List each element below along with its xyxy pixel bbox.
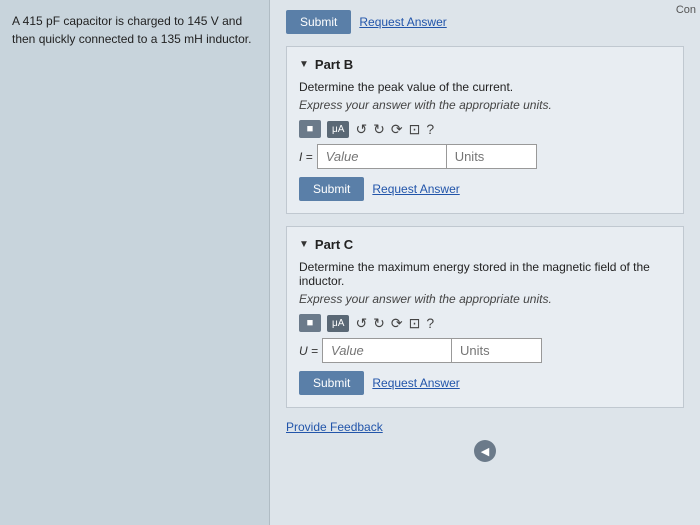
part-b-refresh-icon[interactable]: ⟳ xyxy=(391,121,403,138)
part-c-arrow-icon[interactable]: ▼ xyxy=(299,239,309,250)
part-c-unit-btn[interactable]: μA xyxy=(327,315,349,332)
part-b-unit-btn[interactable]: μA xyxy=(327,121,349,138)
left-panel: A 415 pF capacitor is charged to 145 V a… xyxy=(0,0,270,525)
part-c-label: Part C xyxy=(315,237,353,252)
part-c-description: Determine the maximum energy stored in t… xyxy=(299,260,671,288)
main-panel: Con Submit Request Answer ▼ Part B Deter… xyxy=(270,0,700,525)
feedback-link[interactable]: Provide Feedback xyxy=(286,420,684,434)
part-b-block-btn[interactable]: ■ xyxy=(299,120,321,138)
part-c-note: Express your answer with the appropriate… xyxy=(299,292,671,306)
part-c-units-input[interactable] xyxy=(452,338,542,363)
part-c-screen-icon[interactable]: ⊡ xyxy=(409,315,421,332)
part-c-undo-icon[interactable]: ↺ xyxy=(355,315,367,332)
top-request-button[interactable]: Request Answer xyxy=(359,15,446,29)
top-bar: Submit Request Answer xyxy=(286,10,684,34)
part-b-redo-icon[interactable]: ↻ xyxy=(373,121,385,138)
part-b-input-row: I = xyxy=(299,144,671,169)
part-c-block-btn[interactable]: ■ xyxy=(299,314,321,332)
part-b-undo-icon[interactable]: ↺ xyxy=(355,121,367,138)
part-c-input-label: U = xyxy=(299,344,318,358)
part-b-toolbar: ■ μA ↺ ↻ ⟳ ⊡ ? xyxy=(299,120,671,138)
top-submit-button[interactable]: Submit xyxy=(286,10,351,34)
part-c-value-input[interactable] xyxy=(322,338,452,363)
part-b-screen-icon[interactable]: ⊡ xyxy=(409,121,421,138)
part-c-header: ▼ Part C xyxy=(299,237,671,252)
part-b-section: ▼ Part B Determine the peak value of the… xyxy=(286,46,684,214)
part-b-footer: Submit Request Answer xyxy=(299,177,671,201)
part-b-header: ▼ Part B xyxy=(299,57,671,72)
part-b-note: Express your answer with the appropriate… xyxy=(299,98,671,112)
part-c-help-icon[interactable]: ? xyxy=(426,315,434,331)
part-b-submit-button[interactable]: Submit xyxy=(299,177,364,201)
part-c-refresh-icon[interactable]: ⟳ xyxy=(391,315,403,332)
part-b-request-button[interactable]: Request Answer xyxy=(372,182,459,196)
corner-label: Con xyxy=(676,4,696,16)
part-b-arrow-icon[interactable]: ▼ xyxy=(299,59,309,70)
part-b-input-label: I = xyxy=(299,150,313,164)
part-b-description: Determine the peak value of the current. xyxy=(299,80,671,94)
part-c-section: ▼ Part C Determine the maximum energy st… xyxy=(286,226,684,408)
problem-text: A 415 pF capacitor is charged to 145 V a… xyxy=(12,12,257,48)
part-c-input-row: U = xyxy=(299,338,671,363)
part-c-request-button[interactable]: Request Answer xyxy=(372,376,459,390)
part-c-redo-icon[interactable]: ↻ xyxy=(373,315,385,332)
part-c-footer: Submit Request Answer xyxy=(299,371,671,395)
part-c-submit-button[interactable]: Submit xyxy=(299,371,364,395)
part-c-toolbar: ■ μA ↺ ↻ ⟳ ⊡ ? xyxy=(299,314,671,332)
part-b-label: Part B xyxy=(315,57,353,72)
part-b-value-input[interactable] xyxy=(317,144,447,169)
nav-circle[interactable]: ◀ xyxy=(474,440,496,462)
part-b-units-input[interactable] xyxy=(447,144,537,169)
bottom-nav: ◀ xyxy=(286,440,684,462)
part-b-help-icon[interactable]: ? xyxy=(426,121,434,137)
